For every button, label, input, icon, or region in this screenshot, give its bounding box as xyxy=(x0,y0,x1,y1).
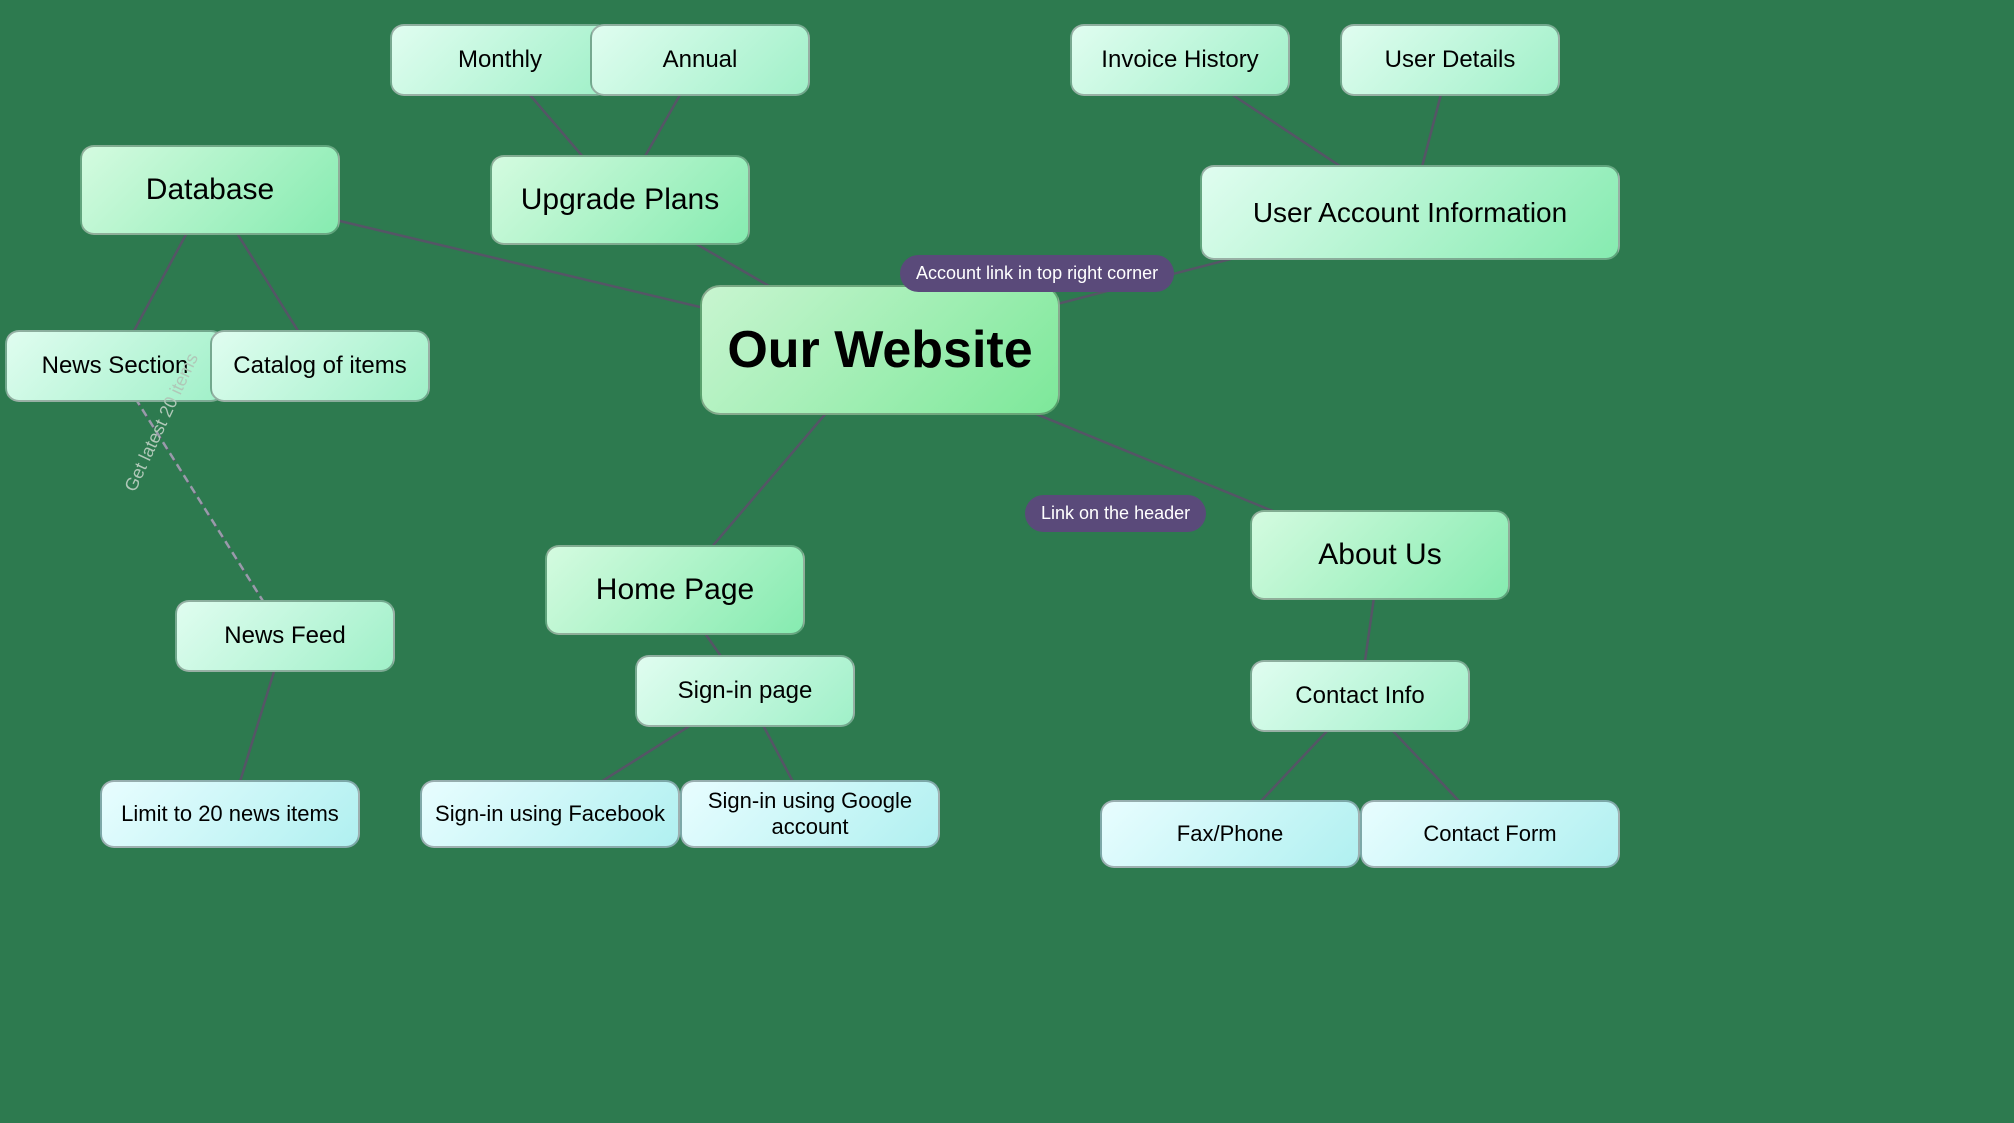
node-limit-news: Limit to 20 news items xyxy=(100,780,360,848)
node-signin-page: Sign-in page xyxy=(635,655,855,727)
node-contact-form: Contact Form xyxy=(1360,800,1620,868)
badge-account-link: Account link in top right corner xyxy=(900,255,1174,292)
node-news-feed: News Feed xyxy=(175,600,395,672)
node-database: Database xyxy=(80,145,340,235)
node-signin-google: Sign-in using Google account xyxy=(680,780,940,848)
node-fax-phone: Fax/Phone xyxy=(1100,800,1360,868)
node-about-us: About Us xyxy=(1250,510,1510,600)
node-signin-facebook: Sign-in using Facebook xyxy=(420,780,680,848)
node-user-details: User Details xyxy=(1340,24,1560,96)
node-catalog: Catalog of items xyxy=(210,330,430,402)
node-contact-info: Contact Info xyxy=(1250,660,1470,732)
node-user-account: User Account Information xyxy=(1200,165,1620,260)
badge-header-link: Link on the header xyxy=(1025,495,1206,532)
node-annual: Annual xyxy=(590,24,810,96)
node-upgrade-plans: Upgrade Plans xyxy=(490,155,750,245)
node-invoice-history: Invoice History xyxy=(1070,24,1290,96)
node-our-website: Our Website xyxy=(700,285,1060,415)
node-home-page: Home Page xyxy=(545,545,805,635)
node-monthly: Monthly xyxy=(390,24,610,96)
